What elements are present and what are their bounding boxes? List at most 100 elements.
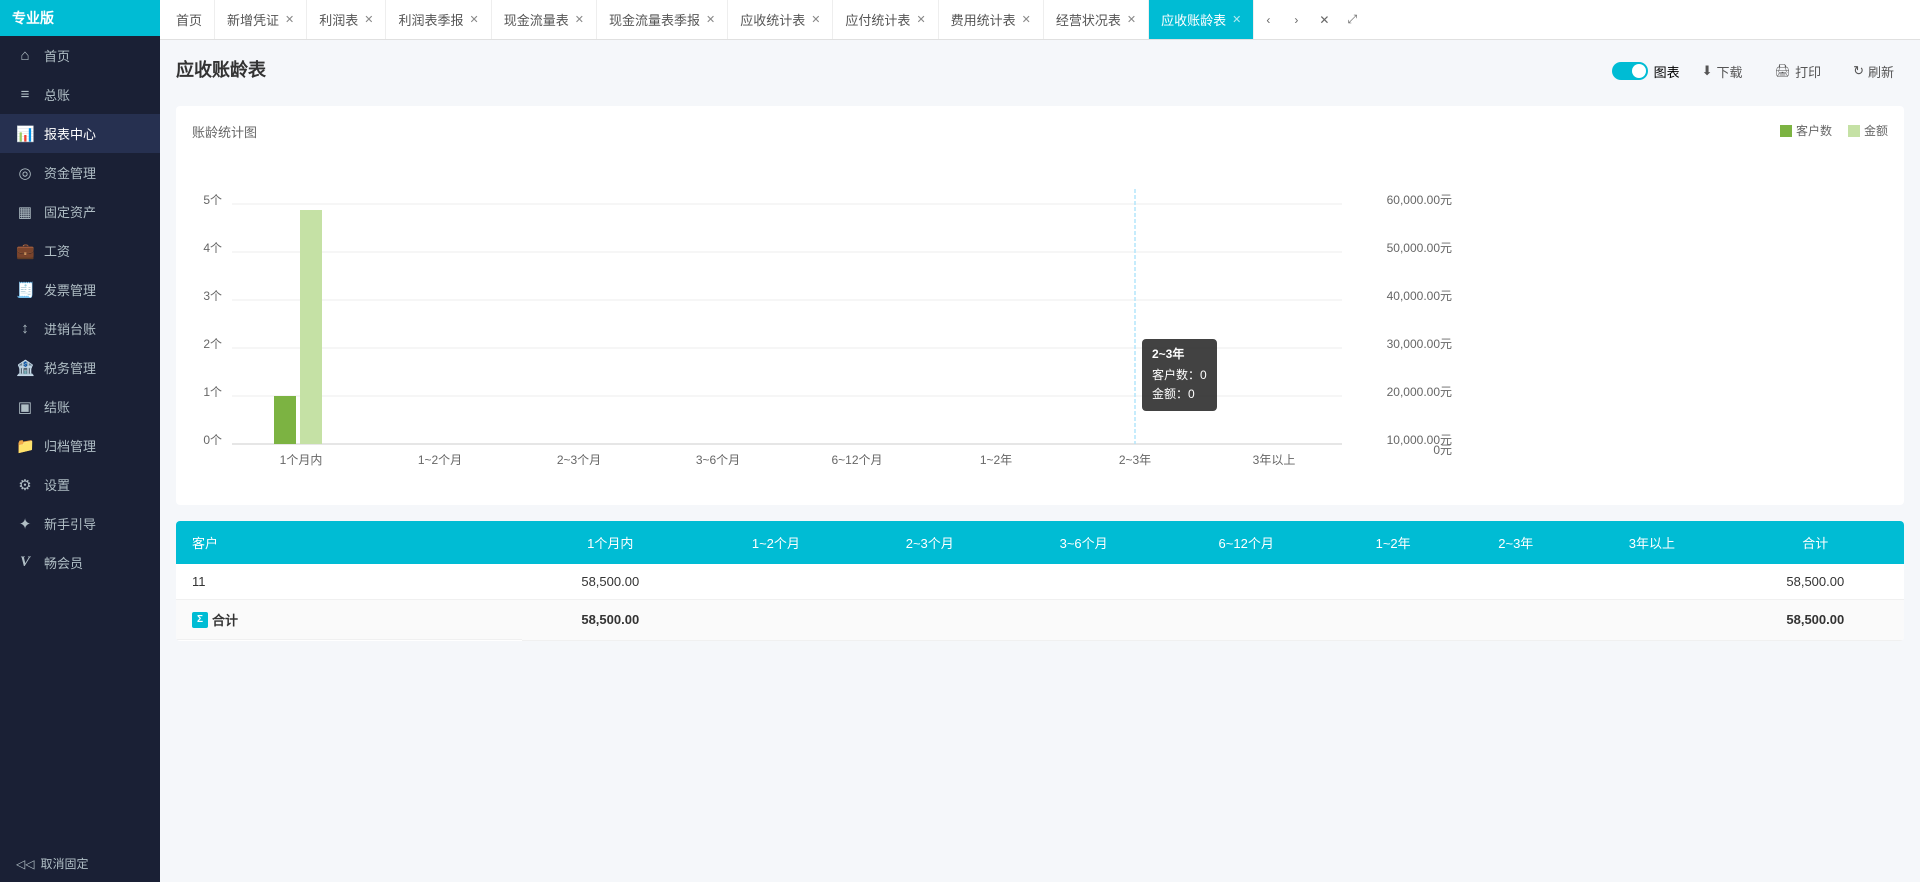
svg-text:3年以上: 3年以上: [1253, 453, 1296, 467]
toggle-track[interactable]: [1612, 62, 1648, 80]
tab-close-profit[interactable]: ✕: [364, 13, 373, 26]
bar-customer-1month: [274, 396, 296, 444]
tab-close-ar-aging[interactable]: ✕: [1232, 13, 1241, 26]
sidebar-item-funds[interactable]: ◎ 资金管理: [0, 153, 160, 192]
tab-expense-stats[interactable]: 费用统计表 ✕: [939, 0, 1044, 40]
sidebar-item-purchase[interactable]: ↕ 进销台账: [0, 309, 160, 348]
tab-close-ar-stats[interactable]: ✕: [811, 13, 820, 26]
cell-2-3year: [1454, 564, 1577, 600]
sidebar-item-payroll[interactable]: 💼 工资: [0, 231, 160, 270]
settings-icon: ⚙: [16, 476, 34, 494]
tab-close-new-voucher[interactable]: ✕: [285, 13, 294, 26]
svg-text:40,000.00元: 40,000.00元: [1387, 289, 1452, 303]
tab-business-status[interactable]: 经营状况表 ✕: [1044, 0, 1149, 40]
archive-icon: 📁: [16, 437, 34, 455]
cell-total-label: Σ 合计: [176, 600, 522, 640]
cell-1-2month: [699, 564, 853, 600]
tab-maximize-button[interactable]: ⤢: [1338, 6, 1366, 34]
tab-close-cashflow[interactable]: ✕: [575, 13, 584, 26]
sidebar-item-home[interactable]: ⌂ 首页: [0, 36, 160, 75]
svg-text:30,000.00元: 30,000.00元: [1387, 337, 1452, 351]
purchase-icon: ↕: [16, 320, 34, 337]
total-total: 58,500.00: [1727, 600, 1904, 641]
col-2-3year: 2~3年: [1454, 521, 1577, 564]
tab-close-ap-stats[interactable]: ✕: [916, 13, 925, 26]
tab-new-voucher[interactable]: 新增凭证 ✕: [215, 0, 307, 40]
total-3-6month: [1007, 600, 1161, 641]
total-1month: 58,500.00: [522, 600, 699, 641]
reports-icon: 📊: [16, 125, 34, 143]
app-logo: 专业版: [0, 0, 160, 36]
svg-text:3~6个月: 3~6个月: [696, 453, 740, 467]
total-2-3year: [1454, 600, 1577, 641]
tab-cashflow-quarterly[interactable]: 现金流量表季报 ✕: [597, 0, 728, 40]
chart-svg: 5个 4个 3个 2个 1个 0个 60,000.00元 50,000.00元 …: [192, 149, 1472, 489]
tab-next-button[interactable]: ›: [1282, 6, 1310, 34]
svg-text:2个: 2个: [203, 337, 222, 351]
sidebar-item-ledger[interactable]: ≡ 总账: [0, 75, 160, 114]
print-button[interactable]: 🖨 打印: [1765, 58, 1832, 85]
cell-customer: 11: [176, 564, 522, 600]
col-total: 合计: [1727, 521, 1904, 564]
cell-over3year: [1577, 564, 1726, 600]
sidebar-item-guide[interactable]: ✦ 新手引导: [0, 504, 160, 543]
tab-close-profit-quarterly[interactable]: ✕: [470, 13, 479, 26]
page-title: 应收账龄表: [176, 56, 266, 82]
total-1-2month: [699, 600, 853, 641]
tab-cashflow[interactable]: 现金流量表 ✕: [492, 0, 597, 40]
tab-ar-aging[interactable]: 应收账龄表 ✕: [1149, 0, 1254, 40]
cell-1month: 58,500.00: [522, 564, 699, 600]
tab-profit-quarterly[interactable]: 利润表季报 ✕: [386, 0, 491, 40]
sum-icon: Σ: [192, 612, 208, 628]
home-icon: ⌂: [16, 47, 34, 64]
download-button[interactable]: ⬇ 下载: [1692, 58, 1753, 85]
tab-prev-button[interactable]: ‹: [1254, 6, 1282, 34]
funds-icon: ◎: [16, 164, 34, 182]
sidebar-item-close[interactable]: ▣ 结账: [0, 387, 160, 426]
unpin-button[interactable]: ◁◁ 取消固定: [0, 845, 160, 882]
sidebar-item-settings[interactable]: ⚙ 设置: [0, 465, 160, 504]
sidebar-item-member[interactable]: V 畅会员: [0, 543, 160, 582]
tab-close-expense-stats[interactable]: ✕: [1022, 13, 1031, 26]
sidebar-item-reports[interactable]: 📊 报表中心: [0, 114, 160, 153]
close-account-icon: ▣: [16, 398, 34, 416]
member-icon: V: [16, 554, 34, 571]
svg-text:6~12个月: 6~12个月: [831, 453, 882, 467]
legend-color-customer: [1780, 125, 1792, 137]
bar-amount-1month: [300, 210, 322, 444]
svg-text:4个: 4个: [203, 241, 222, 255]
tab-ap-stats[interactable]: 应付统计表 ✕: [833, 0, 938, 40]
tab-profit[interactable]: 利润表 ✕: [307, 0, 386, 40]
tab-home[interactable]: 首页: [164, 0, 215, 40]
legend-amount: 金额: [1848, 122, 1888, 139]
svg-text:1个月内: 1个月内: [280, 453, 323, 467]
cell-3-6month: [1007, 564, 1161, 600]
col-1-2month: 1~2个月: [699, 521, 853, 564]
chart-label: 图表: [1654, 62, 1680, 81]
refresh-icon: ↻: [1853, 63, 1864, 79]
unpin-icon: ◁◁: [16, 857, 34, 871]
download-icon: ⬇: [1702, 63, 1713, 79]
tab-ar-stats[interactable]: 应收统计表 ✕: [728, 0, 833, 40]
sidebar-item-assets[interactable]: ▦ 固定资产: [0, 192, 160, 231]
sidebar-item-archive[interactable]: 📁 归档管理: [0, 426, 160, 465]
tab-bar: 首页 新增凭证 ✕ 利润表 ✕ 利润表季报 ✕ 现金流量表 ✕ 现金流量表季报 …: [160, 0, 1920, 40]
col-3plus-year: 3年以上: [1577, 521, 1726, 564]
chart-title: 账龄统计图: [192, 122, 1888, 141]
sidebar-item-tax[interactable]: 🏦 税务管理: [0, 348, 160, 387]
payroll-icon: 💼: [16, 242, 34, 260]
tab-close-all-button[interactable]: ✕: [1310, 6, 1338, 34]
sidebar-item-invoices[interactable]: 🧾 发票管理: [0, 270, 160, 309]
refresh-button[interactable]: ↻ 刷新: [1843, 58, 1904, 85]
page-content: 应收账龄表 图表 ⬇ 下载 🖨 打印 ↻ 刷新: [160, 40, 1920, 882]
chart-toggle[interactable]: 图表: [1612, 62, 1680, 81]
tab-close-business-status[interactable]: ✕: [1127, 13, 1136, 26]
toolbar: 图表 ⬇ 下载 🖨 打印 ↻ 刷新: [1612, 58, 1904, 85]
tab-close-cashflow-quarterly[interactable]: ✕: [706, 13, 715, 26]
col-1month: 1个月内: [522, 521, 699, 564]
chart-container: 账龄统计图 客户数 金额 5个 4个 3个 2个 1个: [176, 106, 1904, 505]
cell-1-2year: [1332, 564, 1455, 600]
toggle-thumb: [1632, 64, 1646, 78]
svg-text:50,000.00元: 50,000.00元: [1387, 241, 1452, 255]
svg-text:20,000.00元: 20,000.00元: [1387, 385, 1452, 399]
